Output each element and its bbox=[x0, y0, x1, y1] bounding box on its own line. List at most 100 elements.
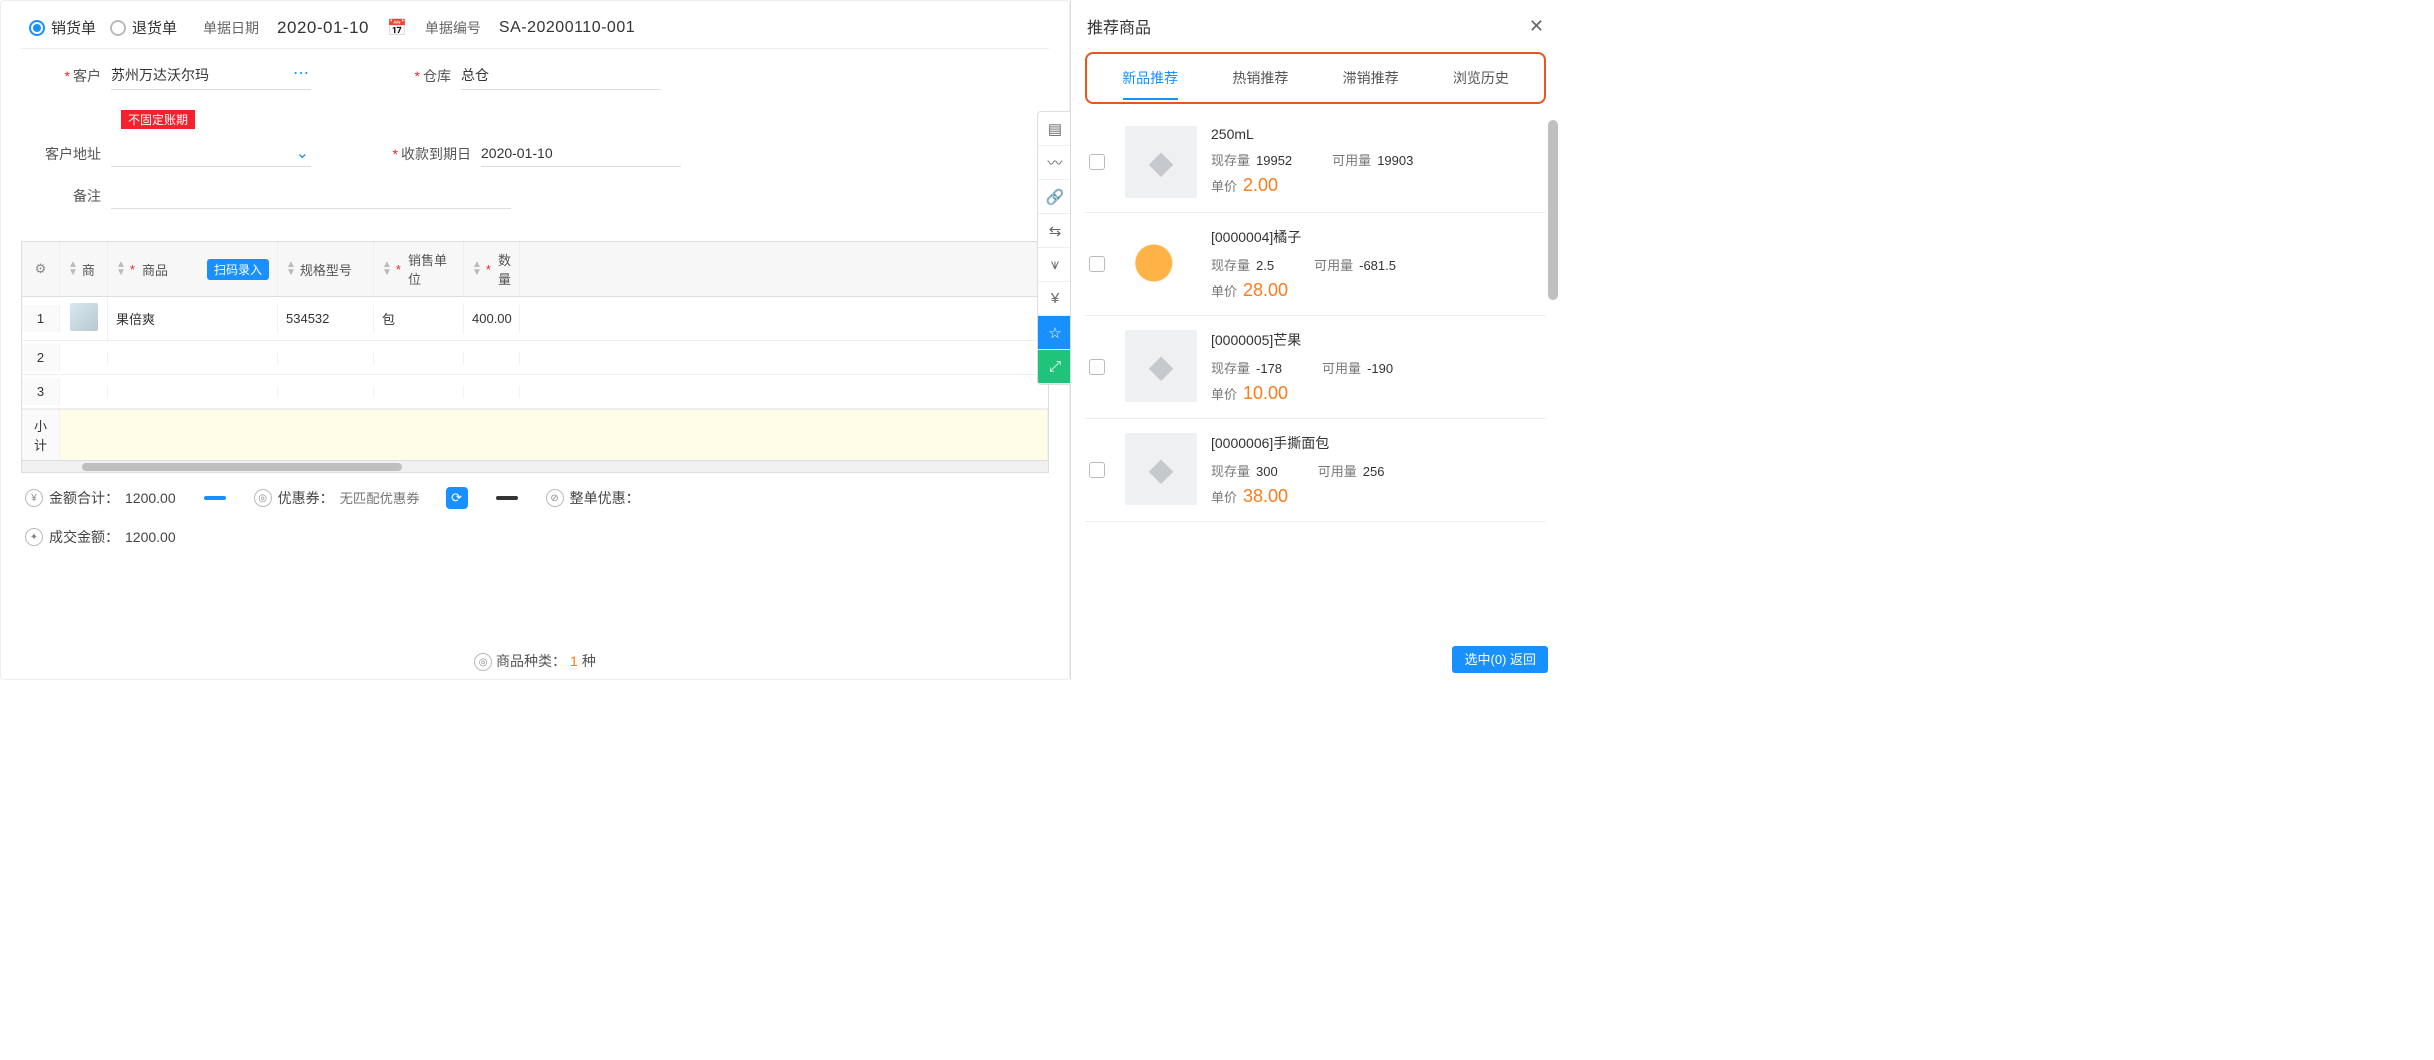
recommend-list: ◆250mL现存量19952可用量19903单价2.00[0000004]橘子现… bbox=[1071, 112, 1560, 680]
col-unit[interactable]: ▲▼*销售单位 bbox=[374, 242, 464, 296]
row-qty[interactable] bbox=[464, 352, 520, 364]
avail-label: 可用量256 bbox=[1318, 461, 1385, 480]
product-name: 250mL bbox=[1211, 126, 1542, 142]
row-qty[interactable] bbox=[464, 386, 520, 398]
chart-icon[interactable]: 〰 bbox=[1038, 146, 1071, 180]
warehouse-field[interactable]: 总仓 bbox=[461, 61, 661, 90]
kinds-icon: ◎ bbox=[474, 653, 492, 671]
addr-field[interactable]: ⌄ bbox=[111, 141, 311, 167]
v-scrollbar[interactable] bbox=[1548, 120, 1558, 300]
row-product[interactable] bbox=[108, 386, 278, 398]
items-grid: ⚙ ▲▼商 ▲▼*商品扫码录入 ▲▼规格型号 ▲▼*销售单位 ▲▼*数量 1 果倍… bbox=[21, 241, 1049, 473]
checkbox[interactable] bbox=[1089, 462, 1105, 478]
link-icon[interactable]: 🔗 bbox=[1038, 180, 1071, 214]
row-spec[interactable] bbox=[278, 386, 374, 398]
stock-label: 现存量300 bbox=[1211, 461, 1278, 480]
radio-return-label: 退货单 bbox=[132, 17, 177, 38]
tab-1[interactable]: 热销推荐 bbox=[1205, 58, 1315, 98]
radio-checked-icon bbox=[29, 20, 45, 36]
star-icon[interactable]: ☆ bbox=[1038, 316, 1071, 350]
product-name: [0000004]橘子 bbox=[1211, 227, 1542, 247]
totals-bar: ¥ 金额合计：1200.00 ◎ 优惠券： ⟳ ⊘ 整单优惠： ✦ 成交金额：1… bbox=[21, 473, 1049, 561]
doc-no-value: SA-20200110-001 bbox=[499, 19, 635, 37]
due-field[interactable]: 2020-01-10 bbox=[481, 141, 681, 167]
price-label: 单价28.00 bbox=[1211, 280, 1542, 301]
doc-no-label: 单据编号 bbox=[425, 18, 481, 38]
coupon-icon: ◎ bbox=[254, 489, 272, 507]
table-row[interactable]: 3 bbox=[22, 375, 1048, 409]
customer-label: *客户 bbox=[21, 66, 111, 86]
price-label: 单价38.00 bbox=[1211, 486, 1542, 507]
select-return-button[interactable]: 选中(0) 返回 bbox=[1452, 646, 1548, 673]
doc-type-radio-group: 销货单 退货单 bbox=[21, 11, 185, 44]
yen-icon: ¥ bbox=[25, 489, 43, 507]
currency-icon[interactable]: ¥ bbox=[1038, 282, 1071, 316]
tab-3[interactable]: 浏览历史 bbox=[1426, 58, 1536, 98]
product-thumb bbox=[1125, 227, 1197, 299]
gear-icon[interactable]: ⚙ bbox=[22, 242, 60, 296]
product-thumb: ◆ bbox=[1125, 126, 1197, 198]
recommend-panel: 推荐商品 ✕ 新品推荐热销推荐滞销推荐浏览历史 ◆ 250mL 现存量19952 可用… bbox=[1070, 0, 1560, 680]
product-name: [0000005]芒果 bbox=[1211, 330, 1542, 350]
minus-chip-icon bbox=[204, 496, 226, 500]
avail-label: 可用量-190 bbox=[1322, 358, 1393, 377]
recommend-tabs: 新品推荐热销推荐滞销推荐浏览历史 bbox=[1085, 52, 1546, 104]
table-row[interactable]: 2 bbox=[22, 341, 1048, 375]
more-icon[interactable]: ⋯ bbox=[293, 63, 309, 83]
checkbox[interactable] bbox=[1089, 154, 1105, 170]
col-spec[interactable]: ▲▼规格型号 bbox=[278, 242, 374, 296]
swap-icon[interactable]: ⇆ bbox=[1038, 214, 1071, 248]
chevron-down-icon[interactable]: ⌄ bbox=[296, 143, 309, 163]
footer-summary: ◎ 商品种类：1种 bbox=[1, 651, 1069, 671]
stock-label: 现存量-178 bbox=[1211, 358, 1282, 377]
row-unit[interactable]: 包 bbox=[374, 303, 464, 334]
tab-0[interactable]: 新品推荐 bbox=[1095, 58, 1205, 98]
doc-header-row: 销货单 退货单 单据日期 2020-01-10 📅 单据编号 SA-202001… bbox=[21, 11, 1049, 49]
radio-return-order[interactable]: 退货单 bbox=[110, 17, 177, 38]
subtotal-label: 小计 bbox=[22, 410, 60, 460]
product-name: [0000006]手撕面包 bbox=[1211, 433, 1542, 453]
row-spec[interactable] bbox=[278, 352, 374, 364]
minus-icon bbox=[496, 496, 518, 500]
doc-date-value[interactable]: 2020-01-10 bbox=[277, 18, 369, 38]
refresh-icon[interactable]: ⟳ bbox=[446, 487, 468, 509]
row-thumb bbox=[60, 352, 108, 364]
radio-sales-order[interactable]: 销货单 bbox=[29, 17, 96, 38]
expand-icon[interactable]: ⤢ bbox=[1038, 350, 1071, 384]
row-qty[interactable]: 400.00 bbox=[464, 305, 520, 332]
warehouse-label: *仓库 bbox=[371, 66, 461, 86]
row-spec[interactable]: 534532 bbox=[278, 305, 374, 332]
h-scrollbar[interactable] bbox=[22, 460, 1048, 472]
checkbox[interactable] bbox=[1089, 256, 1105, 272]
radio-sales-label: 销货单 bbox=[51, 17, 96, 38]
col-product[interactable]: ▲▼*商品扫码录入 bbox=[108, 242, 278, 296]
row-product[interactable]: 果倍爽 bbox=[108, 303, 278, 334]
table-row[interactable]: 1 果倍爽534532包400.00 bbox=[22, 297, 1048, 341]
close-icon[interactable]: ✕ bbox=[1529, 16, 1544, 37]
doc-date-label: 单据日期 bbox=[203, 18, 259, 38]
customer-field[interactable]: 苏州万达沃尔玛 ⋯ bbox=[111, 61, 311, 90]
col-image[interactable]: ▲▼商 bbox=[60, 242, 108, 296]
note-icon[interactable]: ▤ bbox=[1038, 112, 1071, 146]
calendar-icon[interactable]: 📅 bbox=[387, 18, 407, 38]
stock-label: 现存量19952 bbox=[1211, 150, 1292, 169]
checkbox[interactable] bbox=[1089, 359, 1105, 375]
due-value: 2020-01-10 bbox=[481, 145, 553, 161]
panel-title: 推荐商品 bbox=[1087, 14, 1151, 38]
customer-tag: 不固定账期 bbox=[121, 110, 195, 129]
collapse-icon[interactable]: ⩛ bbox=[1038, 248, 1071, 282]
deal-amount: ✦ 成交金额：1200.00 bbox=[25, 527, 1045, 547]
remark-field[interactable] bbox=[111, 183, 511, 209]
total-amount: ¥ 金额合计：1200.00 bbox=[25, 488, 176, 508]
remark-label: 备注 bbox=[21, 186, 111, 206]
row-index: 1 bbox=[22, 305, 60, 332]
avail-label: 可用量19903 bbox=[1332, 150, 1413, 169]
col-qty[interactable]: ▲▼*数量 bbox=[464, 242, 520, 296]
tab-2[interactable]: 滞销推荐 bbox=[1316, 58, 1426, 98]
row-unit[interactable] bbox=[374, 352, 464, 364]
coupon-input[interactable] bbox=[340, 491, 440, 506]
scan-input-button[interactable]: 扫码录入 bbox=[207, 259, 269, 280]
row-unit[interactable] bbox=[374, 386, 464, 398]
row-index: 3 bbox=[22, 378, 60, 405]
row-product[interactable] bbox=[108, 352, 278, 364]
